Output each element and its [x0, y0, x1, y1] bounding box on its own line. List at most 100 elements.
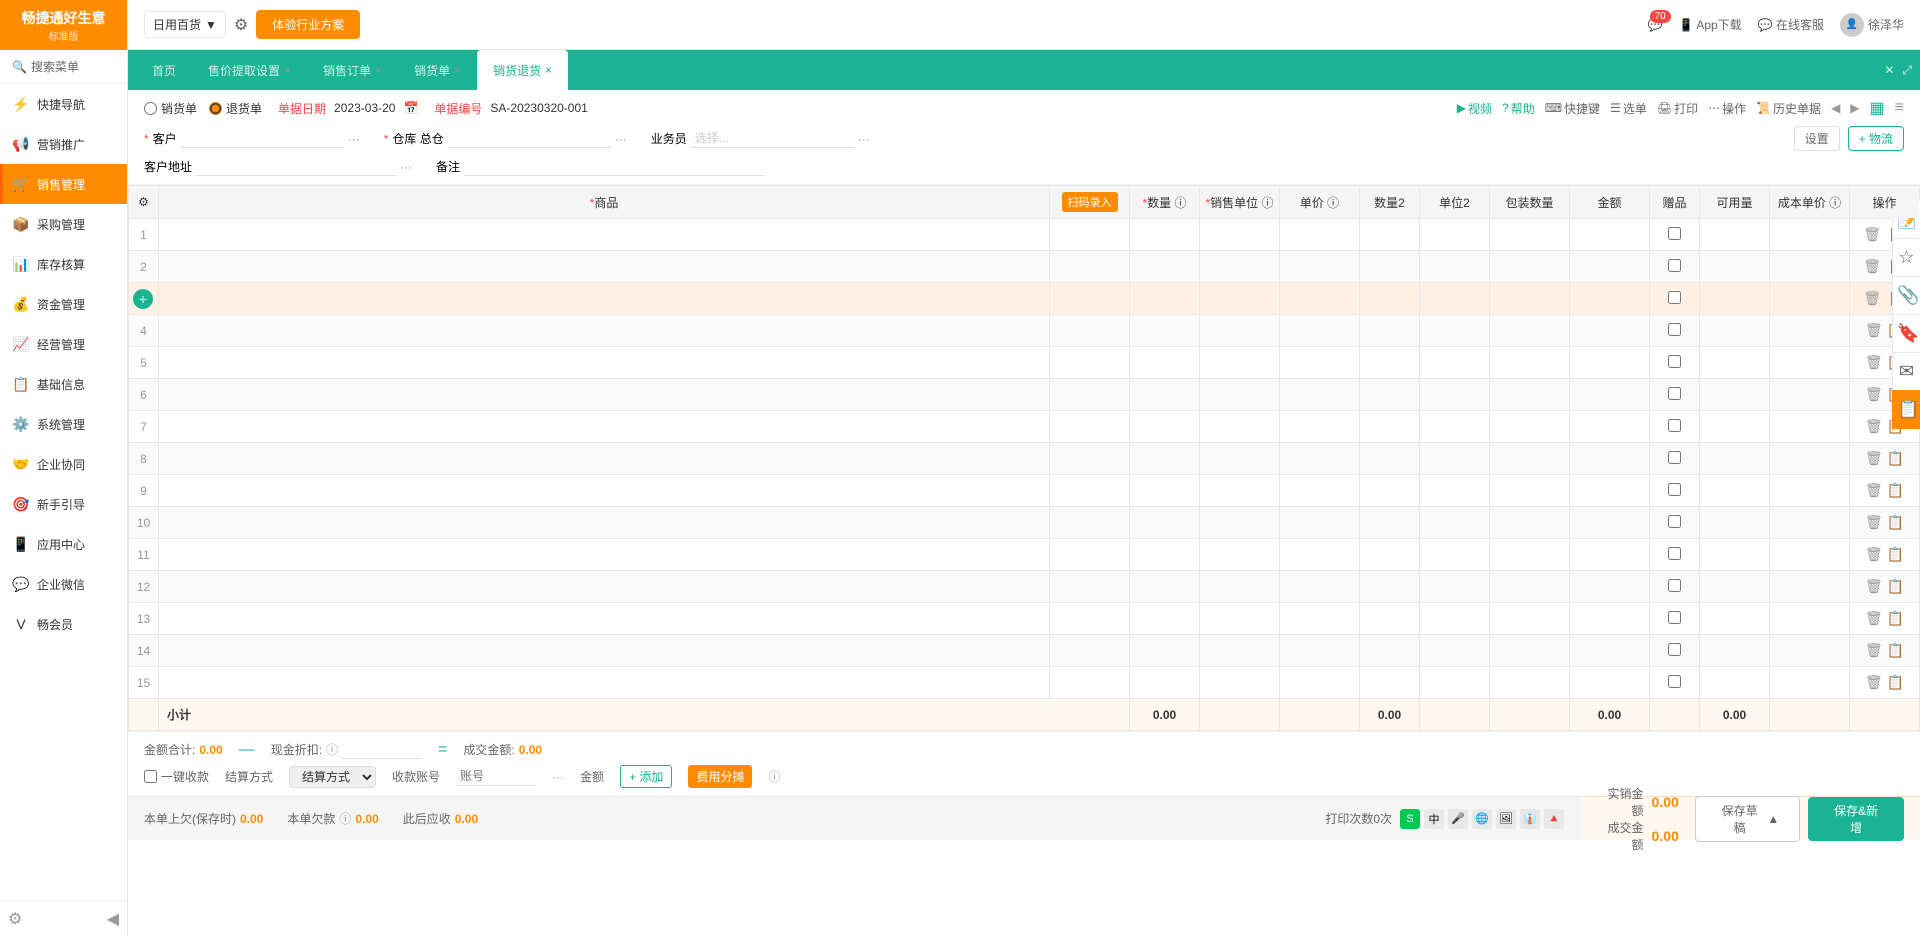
gift-checkbox[interactable]: [1668, 355, 1681, 368]
settlement-select[interactable]: 结算方式: [289, 766, 376, 788]
tab-sales-return[interactable]: 销货退货 ×: [477, 50, 568, 90]
tab-close-icon[interactable]: ×: [545, 63, 552, 77]
status-icon-5[interactable]: 🖼: [1496, 809, 1516, 829]
copy-row-btn[interactable]: 📋: [1885, 448, 1906, 469]
list-view-icon[interactable]: ≡: [1895, 99, 1904, 117]
sidebar-search[interactable]: 🔍 搜索菜单: [0, 50, 127, 84]
delete-row-btn[interactable]: 🗑: [1863, 544, 1885, 565]
tab-home[interactable]: 首页: [136, 50, 192, 90]
staff-select-btn[interactable]: ···: [858, 132, 870, 146]
return-type-radio[interactable]: 退货单: [209, 100, 262, 117]
account-select-btn[interactable]: ···: [552, 770, 564, 784]
remark-input[interactable]: [464, 157, 764, 176]
address-input[interactable]: [196, 157, 396, 176]
rfloat-orange-btn[interactable]: 📋: [1892, 390, 1920, 429]
add-row-btn[interactable]: +: [133, 289, 153, 309]
gift-checkbox[interactable]: [1668, 547, 1681, 560]
rfloat-star-btn[interactable]: ☆: [1892, 238, 1920, 276]
delete-row-btn[interactable]: 🗑: [1861, 288, 1883, 309]
warehouse-select-btn[interactable]: ···: [615, 132, 627, 146]
tab-close-icon[interactable]: ×: [284, 63, 291, 77]
settings-btn[interactable]: 设置: [1794, 126, 1840, 151]
status-icon-1[interactable]: S: [1400, 809, 1420, 829]
unit-cell[interactable]: [1200, 251, 1280, 283]
sidebar-item-app-center[interactable]: 📱 应用中心: [0, 524, 127, 564]
copy-row-btn[interactable]: 📋: [1885, 512, 1906, 533]
sidebar-item-inventory[interactable]: 📊 库存核算: [0, 244, 127, 284]
select-order-btn[interactable]: ☰ 选单: [1610, 100, 1647, 117]
product-cell[interactable]: [159, 251, 1050, 283]
gift-checkbox[interactable]: [1668, 515, 1681, 528]
video-btn[interactable]: ▶ 视频: [1457, 100, 1492, 117]
app-download[interactable]: 📱 App下载: [1679, 16, 1742, 33]
print-btn[interactable]: 🖨 打印: [1657, 100, 1698, 117]
sidebar-item-sales[interactable]: 🛒 销售管理: [0, 164, 127, 204]
tab-sale-price[interactable]: 售价提取设置 ×: [192, 50, 307, 90]
online-service[interactable]: 💬 在线客服: [1758, 16, 1824, 33]
gift-checkbox[interactable]: [1668, 387, 1681, 400]
sidebar-item-system[interactable]: ⚙️ 系统管理: [0, 404, 127, 444]
qty2-cell[interactable]: [1360, 219, 1420, 251]
product-cell[interactable]: [159, 219, 1050, 251]
qty-cell[interactable]: [1130, 219, 1200, 251]
minus-icon[interactable]: —: [239, 741, 255, 759]
qty2-cell[interactable]: [1360, 283, 1420, 315]
delete-row-btn[interactable]: 🗑: [1863, 352, 1885, 373]
gift-checkbox[interactable]: [1668, 451, 1681, 464]
sidebar-item-purchase[interactable]: 📦 采购管理: [0, 204, 127, 244]
copy-row-btn[interactable]: 📋: [1885, 672, 1906, 693]
message-icon[interactable]: 💬 70: [1648, 18, 1663, 32]
rfloat-attach-btn[interactable]: 📎: [1892, 276, 1920, 314]
status-icon-7[interactable]: 🔺: [1544, 809, 1564, 829]
warehouse-input[interactable]: [448, 129, 611, 148]
delete-row-btn[interactable]: 🗑: [1863, 416, 1885, 437]
help-btn[interactable]: ? 帮助: [1502, 100, 1535, 117]
delete-row-btn[interactable]: 🗑: [1863, 576, 1885, 597]
add-logistics-btn[interactable]: + 物流: [1848, 126, 1904, 151]
copy-row-btn[interactable]: 📋: [1885, 480, 1906, 501]
copy-row-btn[interactable]: 📋: [1885, 608, 1906, 629]
product-cell-active[interactable]: [159, 283, 1050, 315]
sidebar-item-member[interactable]: V 畅会员: [0, 604, 127, 644]
delete-row-btn[interactable]: 🗑: [1863, 480, 1885, 501]
price-cell[interactable]: [1280, 283, 1360, 315]
fee-split-btn[interactable]: 费用分摊: [688, 765, 752, 788]
tab-sales-order[interactable]: 销售订单 ×: [307, 50, 398, 90]
help-icon[interactable]: ⓘ: [326, 741, 338, 758]
status-icon-6[interactable]: 👔: [1520, 809, 1540, 829]
copy-row-btn[interactable]: 📋: [1885, 544, 1906, 565]
scan-btn[interactable]: 扫码录入: [1062, 192, 1118, 212]
amount-cell[interactable]: [1570, 251, 1650, 283]
sidebar-item-operations[interactable]: 📈 经营管理: [0, 324, 127, 364]
copy-row-btn[interactable]: 📋: [1885, 640, 1906, 661]
delete-row-btn[interactable]: 🗑: [1863, 512, 1885, 533]
sale-type-radio[interactable]: 销货单: [144, 100, 197, 117]
user-profile[interactable]: 👤 徐泽华: [1840, 13, 1904, 37]
grid-view-icon[interactable]: ▦: [1870, 98, 1885, 118]
delete-row-btn[interactable]: 🗑: [1863, 672, 1885, 693]
gift-checkbox[interactable]: [1668, 579, 1681, 592]
sale-radio-input[interactable]: [144, 102, 157, 115]
delete-row-btn[interactable]: 🗑: [1863, 384, 1885, 405]
staff-input[interactable]: [691, 129, 854, 148]
add-fee-btn[interactable]: + 添加: [620, 765, 672, 788]
delete-row-btn[interactable]: 🗑: [1861, 256, 1883, 277]
copy-row-btn[interactable]: 📋: [1885, 576, 1906, 597]
sidebar-item-quick-nav[interactable]: ⚡ 快捷导航: [0, 84, 127, 124]
status-icon-3[interactable]: 🎤: [1448, 809, 1468, 829]
product-input[interactable]: [163, 292, 1045, 306]
gift-checkbox[interactable]: [1668, 259, 1681, 272]
one-click-pay-check[interactable]: 一键收款: [144, 768, 209, 785]
save-draft-btn[interactable]: 保存草稿 ▲: [1695, 796, 1801, 842]
gift-checkbox[interactable]: [1668, 323, 1681, 336]
amount-cell[interactable]: [1570, 283, 1650, 315]
gift-checkbox[interactable]: [1668, 227, 1681, 240]
operate-btn[interactable]: ⋯ 操作: [1708, 100, 1746, 117]
qty-cell[interactable]: [1130, 283, 1200, 315]
customer-select-btn[interactable]: ···: [348, 132, 360, 146]
rfloat-msg-btn[interactable]: ✉: [1892, 352, 1920, 390]
debt-icon[interactable]: ⓘ: [339, 810, 351, 827]
sidebar-item-corp-wechat[interactable]: 💬 企业微信: [0, 564, 127, 604]
gift-checkbox[interactable]: [1668, 675, 1681, 688]
sidebar-item-guide[interactable]: 🎯 新手引导: [0, 484, 127, 524]
